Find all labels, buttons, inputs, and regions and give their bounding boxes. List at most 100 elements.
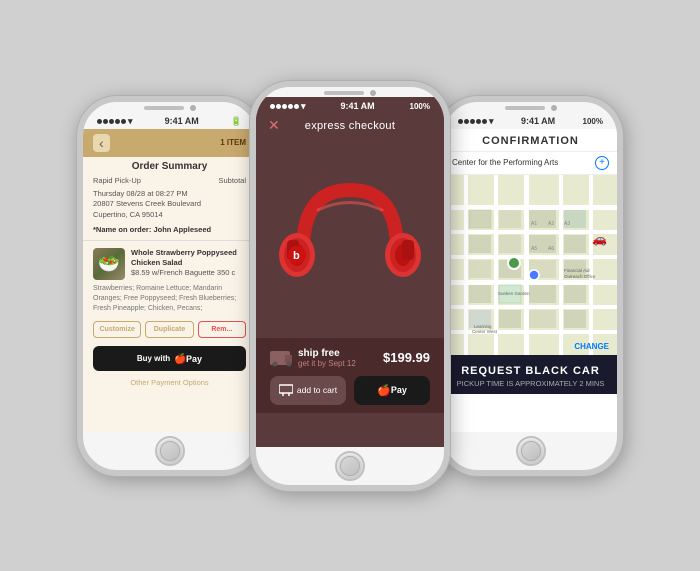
customize-button[interactable]: Customize xyxy=(93,321,141,338)
change-button[interactable]: CHANGE xyxy=(574,342,609,351)
camera-right xyxy=(551,105,557,111)
map-area: A1 A2 A3 A5 A6 A7 🚗 Financial Aid Outrea… xyxy=(444,175,617,355)
confirmation-title: CONFIRMATION xyxy=(444,129,617,152)
order-date: Thursday 08/28 at 08:27 PM xyxy=(93,189,246,200)
add-to-cart-label: add to cart xyxy=(297,385,337,395)
wifi-icon-right: ▾ xyxy=(489,116,494,127)
left-header: ‹ 1 ITEM xyxy=(83,129,256,157)
svg-text:b: b xyxy=(293,250,300,262)
location-bar: Center for the Performing Arts + xyxy=(444,152,617,175)
notch-left xyxy=(83,102,256,112)
name-value: John Appleseed xyxy=(153,225,211,234)
svg-text:Outreach Office: Outreach Office xyxy=(564,274,596,279)
apple-pay-button[interactable]: 🍎 Pay xyxy=(354,376,430,405)
food-item: Whole Strawberry Poppyseed Chicken Salad… xyxy=(83,244,256,284)
home-button-inner-left xyxy=(160,441,180,461)
order-address2: Cupertino, CA 95014 xyxy=(93,210,246,221)
price-value: $8.59 xyxy=(131,268,150,277)
wifi-icon-left: ▾ xyxy=(128,116,133,127)
svg-text:A5: A5 xyxy=(531,246,537,252)
svg-text:Pay: Pay xyxy=(186,354,202,364)
truck-svg xyxy=(270,351,294,367)
name-label: *Name on order: xyxy=(93,225,151,234)
home-button-center[interactable] xyxy=(335,451,365,481)
svg-text:Center West: Center West xyxy=(472,329,498,334)
map-svg: A1 A2 A3 A5 A6 A7 🚗 Financial Aid Outrea… xyxy=(444,175,617,355)
action-buttons: Customize Duplicate Rem... xyxy=(83,317,256,342)
checkout-title: express checkout xyxy=(305,120,395,132)
order-type: Rapid Pick-Up xyxy=(93,176,141,185)
notch-right xyxy=(444,102,617,112)
left-screen: ‹ 1 ITEM Order Summary Rapid Pick-Up Sub… xyxy=(83,129,256,432)
food-price: $8.59 w/French Baguette 350 c xyxy=(131,268,246,277)
phone-right: ▾ 9:41 AM 100% CONFIRMATION Center for t… xyxy=(438,96,623,476)
wifi-icon-center: ▾ xyxy=(301,101,306,112)
status-left-left: ▾ xyxy=(97,116,133,127)
svg-text:🚗: 🚗 xyxy=(592,232,607,246)
status-left-center: ▾ xyxy=(270,101,306,112)
product-image-area: b xyxy=(256,138,444,338)
time-right: 9:41 AM xyxy=(521,116,555,126)
order-info: Thursday 08/28 at 08:27 PM 20807 Stevens… xyxy=(83,187,256,223)
ship-date-label: get it by Sept 12 xyxy=(298,359,356,368)
status-left-right: ▾ xyxy=(458,116,494,127)
request-black-car-button[interactable]: REQUEST BLACK CAR PICKUP TIME IS APPROXI… xyxy=(444,355,617,394)
battery-left: 🔋 xyxy=(231,116,242,127)
speaker-grill-right xyxy=(505,106,545,110)
back-button-left[interactable]: ‹ xyxy=(93,134,110,152)
subtotal-label: Subtotal xyxy=(218,176,246,185)
svg-text:Sunken Garden: Sunken Garden xyxy=(498,291,530,296)
name-on-order: *Name on order: John Appleseed xyxy=(83,222,256,237)
home-button-inner-right xyxy=(521,441,541,461)
product-price: $199.99 xyxy=(383,350,430,365)
svg-text:Financial Aid: Financial Aid xyxy=(564,268,590,273)
battery-pct-right: 100% xyxy=(583,117,603,126)
close-button[interactable]: ✕ xyxy=(268,117,280,134)
center-header: ✕ express checkout xyxy=(256,114,444,138)
notch-center xyxy=(256,87,444,97)
svg-text:A1: A1 xyxy=(531,221,537,227)
headphone-svg: b xyxy=(273,160,428,315)
other-payment-link[interactable]: Other Payment Options xyxy=(83,375,256,390)
cart-icon xyxy=(279,384,293,396)
shipping-left: ship free get it by Sept 12 xyxy=(270,348,356,368)
order-summary-title: Order Summary xyxy=(83,157,256,174)
food-details: Whole Strawberry Poppyseed Chicken Salad… xyxy=(131,248,246,277)
remove-button[interactable]: Rem... xyxy=(198,321,246,338)
ship-free-label: ship free xyxy=(298,348,356,359)
time-center: 9:41 AM xyxy=(340,101,374,111)
food-description: Strawberries; Romaine Lettuce; Mandarin … xyxy=(83,284,256,317)
svg-text:🍎: 🍎 xyxy=(174,353,186,364)
home-button-right[interactable] xyxy=(516,436,546,466)
request-black-car-label: REQUEST BLACK CAR xyxy=(454,365,607,377)
add-to-cart-button[interactable]: add to cart xyxy=(270,376,346,405)
shipping-row: ship free get it by Sept 12 $199.99 xyxy=(270,348,430,368)
buy-label: Buy with xyxy=(137,354,170,363)
signal-right xyxy=(458,119,487,124)
status-bar-center: ▾ 9:41 AM 100% xyxy=(256,97,444,114)
battery-area-right: 100% xyxy=(583,117,603,126)
battery-pct-center: 100% xyxy=(410,102,430,111)
item-count: 1 ITEM xyxy=(220,138,246,147)
right-screen: CONFIRMATION Center for the Performing A… xyxy=(444,129,617,432)
add-location-button[interactable]: + xyxy=(595,156,609,170)
home-button-left[interactable] xyxy=(155,436,185,466)
food-name: Whole Strawberry Poppyseed Chicken Salad xyxy=(131,248,246,268)
shipping-text: ship free get it by Sept 12 xyxy=(298,348,356,368)
duplicate-button[interactable]: Duplicate xyxy=(145,321,193,338)
order-subtotal-row: Rapid Pick-Up Subtotal xyxy=(83,174,256,187)
apple-pay-icon-center: 🍎 xyxy=(377,384,391,397)
buy-with-apple-pay-button[interactable]: Buy with 🍎 Pay xyxy=(93,346,246,371)
camera-left xyxy=(190,105,196,111)
apple-pay-icon: 🍎 Pay xyxy=(174,353,202,364)
center-screen: ✕ express checkout xyxy=(256,114,444,447)
signal-left xyxy=(97,119,126,124)
svg-text:A6: A6 xyxy=(548,246,554,252)
battery-area-center: 100% xyxy=(410,102,430,111)
svg-text:A2: A2 xyxy=(548,221,554,227)
shipping-truck-icon xyxy=(270,351,290,365)
phone-center: ▾ 9:41 AM 100% ✕ express checkout xyxy=(250,81,450,491)
camera-center xyxy=(370,90,376,96)
order-address1: 20807 Stevens Creek Boulevard xyxy=(93,199,246,210)
food-image xyxy=(93,248,125,280)
